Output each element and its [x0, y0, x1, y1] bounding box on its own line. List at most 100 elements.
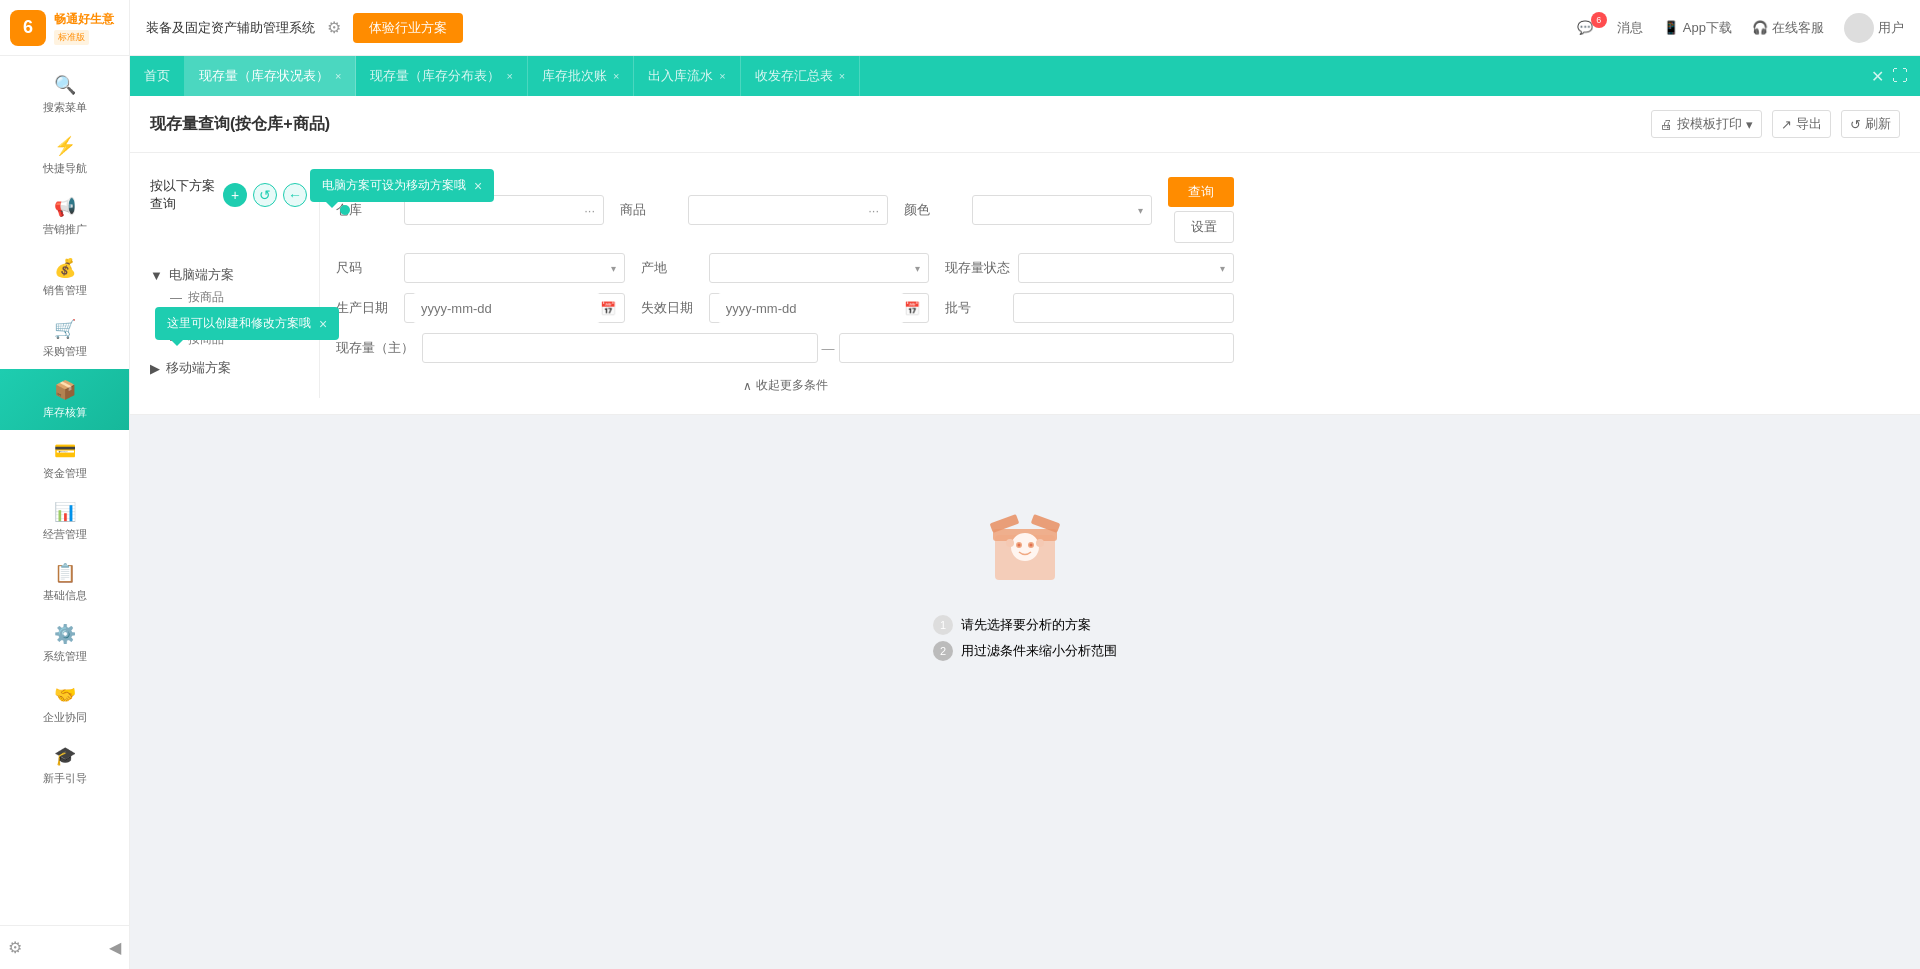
sidebar-collapse-icon[interactable]: ◀ — [109, 938, 121, 957]
tab-home[interactable]: 首页 — [130, 56, 185, 96]
tab-inventory-status[interactable]: 现存量（库存状况表） × — [185, 56, 356, 96]
sidebar-item-sales[interactable]: 💰 销售管理 — [0, 247, 129, 308]
sidebar-item-operations[interactable]: 📊 经营管理 — [0, 491, 129, 552]
stock-status-select[interactable]: ▾ — [1018, 253, 1234, 283]
sidebar-item-quick[interactable]: ⚡ 快捷导航 — [0, 125, 129, 186]
sidebar-item-enterprise[interactable]: 🤝 企业协同 — [0, 674, 129, 735]
form-row-3: 生产日期 📅 失效日期 📅 批号 — [336, 293, 1234, 323]
step-1-text: 请先选择要分析的方案 — [961, 616, 1091, 634]
finance-nav-icon: 💳 — [54, 440, 76, 462]
sidebar-item-purchase[interactable]: 🛒 采购管理 — [0, 308, 129, 369]
tab-inventory-dist[interactable]: 现存量（库存分布表） × — [356, 56, 527, 96]
print-icon: 🖨 — [1660, 117, 1673, 132]
tooltip2-close[interactable]: × — [319, 316, 327, 332]
warehouse-dots[interactable]: ··· — [584, 203, 595, 218]
search-actions: 查询 设置 — [1168, 177, 1234, 243]
tab-summary-label: 收发存汇总表 — [755, 67, 833, 85]
tabs-close-icon[interactable]: ✕ — [1871, 67, 1884, 86]
sidebar-item-finance[interactable]: 💳 资金管理 — [0, 430, 129, 491]
sidebar-item-guide[interactable]: 🎓 新手引导 — [0, 735, 129, 796]
empty-text: 1 请先选择要分析的方案 2 用过滤条件来缩小分析范围 — [933, 615, 1117, 661]
collapse-btn[interactable]: ∧ 收起更多条件 — [743, 377, 828, 394]
search-btn[interactable]: 查询 — [1168, 177, 1234, 207]
arrow-scheme-btn[interactable]: ← — [283, 183, 307, 207]
reset-btn[interactable]: 设置 — [1174, 211, 1234, 243]
sidebar-item-guide-label: 新手引导 — [43, 771, 87, 786]
system-nav-icon: ⚙️ — [54, 623, 76, 645]
query-area: 按以下方案查询 + ↺ ← 电脑方案可设为移动方案哦 × — [130, 153, 1920, 415]
stock-qty-from[interactable] — [422, 333, 818, 363]
online-service-btn[interactable]: 🎧 在线客服 — [1752, 19, 1824, 37]
goods-select[interactable]: ··· — [688, 195, 888, 225]
online-service-label: 在线客服 — [1772, 19, 1824, 37]
query-actions: + ↺ ← — [223, 183, 307, 207]
expiry-date-input[interactable] — [718, 293, 905, 323]
search-nav-icon: 🔍 — [54, 74, 76, 96]
add-scheme-btn[interactable]: + — [223, 183, 247, 207]
sidebar-item-operations-label: 经营管理 — [43, 527, 87, 542]
production-date-input[interactable] — [413, 293, 600, 323]
enterprise-nav-icon: 🤝 — [54, 684, 76, 706]
sidebar-item-system[interactable]: ⚙️ 系统管理 — [0, 613, 129, 674]
inventory-nav-icon: 📦 — [54, 379, 76, 401]
tab-batch-close[interactable]: × — [613, 70, 619, 82]
message-btn[interactable]: 💬 6 消息 — [1577, 19, 1643, 37]
form-group-expiry-date: 失效日期 📅 — [641, 293, 930, 323]
form-area: 仓库 ··· 商品 ··· 颜色 — [336, 177, 1234, 398]
tabs-expand-icon[interactable]: ⛶ — [1892, 67, 1908, 85]
sidebar-item-basic[interactable]: 📋 基础信息 — [0, 552, 129, 613]
mobile-scheme-label: 移动端方案 — [166, 359, 231, 377]
tabs-bar: 首页 现存量（库存状况表） × 现存量（库存分布表） × 库存批次账 × 出入库… — [130, 56, 1920, 96]
tab-summary-close[interactable]: × — [839, 70, 845, 82]
sidebar-item-basic-label: 基础信息 — [43, 588, 87, 603]
size-select[interactable]: ▾ — [404, 253, 625, 283]
sidebar-item-search[interactable]: 🔍 搜索菜单 — [0, 64, 129, 125]
expiry-date-input-wrap: 📅 — [709, 293, 930, 323]
user-avatar — [1844, 13, 1874, 43]
tab-flow-close[interactable]: × — [719, 70, 725, 82]
refresh-btn[interactable]: ↺ 刷新 — [1841, 110, 1900, 138]
mobile-scheme-node[interactable]: ▶ 移动端方案 — [150, 356, 307, 380]
tab-summary[interactable]: 收发存汇总表 × — [741, 56, 860, 96]
experience-btn[interactable]: 体验行业方案 — [353, 13, 463, 43]
stock-qty-to[interactable] — [839, 333, 1235, 363]
print-btn[interactable]: 🖨 按模板打印 ▾ — [1651, 110, 1762, 138]
sidebar-item-inventory[interactable]: 📦 库存核算 — [0, 369, 129, 430]
step-2-text: 用过滤条件来缩小分析范围 — [961, 642, 1117, 660]
form-group-production-date: 生产日期 📅 — [336, 293, 625, 323]
sidebar-settings-icon[interactable]: ⚙ — [8, 938, 22, 957]
topbar-right: 💬 6 消息 📱 App下载 🎧 在线客服 用户 — [1577, 13, 1904, 43]
tooltip-create-scheme: 这里可以创建和修改方案哦 × — [155, 307, 339, 340]
svg-point-9 — [1006, 539, 1014, 547]
user-label: 用户 — [1878, 19, 1904, 37]
tooltip1-close[interactable]: × — [474, 178, 482, 194]
user-btn[interactable]: 用户 — [1844, 13, 1904, 43]
scheme-subitem-goods[interactable]: — 按商品 — [150, 287, 307, 308]
app-download-btn[interactable]: 📱 App下载 — [1663, 19, 1732, 37]
refresh-scheme-btn[interactable]: ↺ — [253, 183, 277, 207]
tab-batch[interactable]: 库存批次账 × — [528, 56, 634, 96]
sidebar: 6 畅通好生意 标准版 🔍 搜索菜单 ⚡ 快捷导航 📢 营销推广 💰 销售管理 … — [0, 0, 130, 969]
goods-dots[interactable]: ··· — [868, 203, 879, 218]
export-btn[interactable]: ↗ 导出 — [1772, 110, 1831, 138]
color-select[interactable]: ▾ — [972, 195, 1152, 225]
desktop-scheme-node[interactable]: ▼ 电脑端方案 — [150, 263, 307, 287]
form-group-batch: 批号 — [945, 293, 1234, 323]
tab-inventory-dist-label: 现存量（库存分布表） — [370, 67, 500, 85]
sidebar-item-marketing[interactable]: 📢 营销推广 — [0, 186, 129, 247]
production-date-calendar-icon[interactable]: 📅 — [600, 301, 616, 316]
system-title: 装备及固定资产辅助管理系统 — [146, 19, 315, 37]
tab-inventory-status-close[interactable]: × — [335, 70, 341, 82]
sidebar-item-system-label: 系统管理 — [43, 649, 87, 664]
tab-flow-label: 出入库流水 — [648, 67, 713, 85]
tab-inventory-dist-close[interactable]: × — [506, 70, 512, 82]
tab-flow[interactable]: 出入库流水 × — [634, 56, 740, 96]
size-label: 尺码 — [336, 259, 396, 277]
stock-qty-range: — — [422, 333, 1234, 363]
expiry-date-calendar-icon[interactable]: 📅 — [904, 301, 920, 316]
batch-input[interactable] — [1013, 293, 1234, 323]
collapse-row: ∧ 收起更多条件 — [336, 369, 1234, 398]
settings-icon[interactable]: ⚙ — [327, 18, 341, 37]
origin-select[interactable]: ▾ — [709, 253, 930, 283]
step-2-num: 2 — [933, 641, 953, 661]
